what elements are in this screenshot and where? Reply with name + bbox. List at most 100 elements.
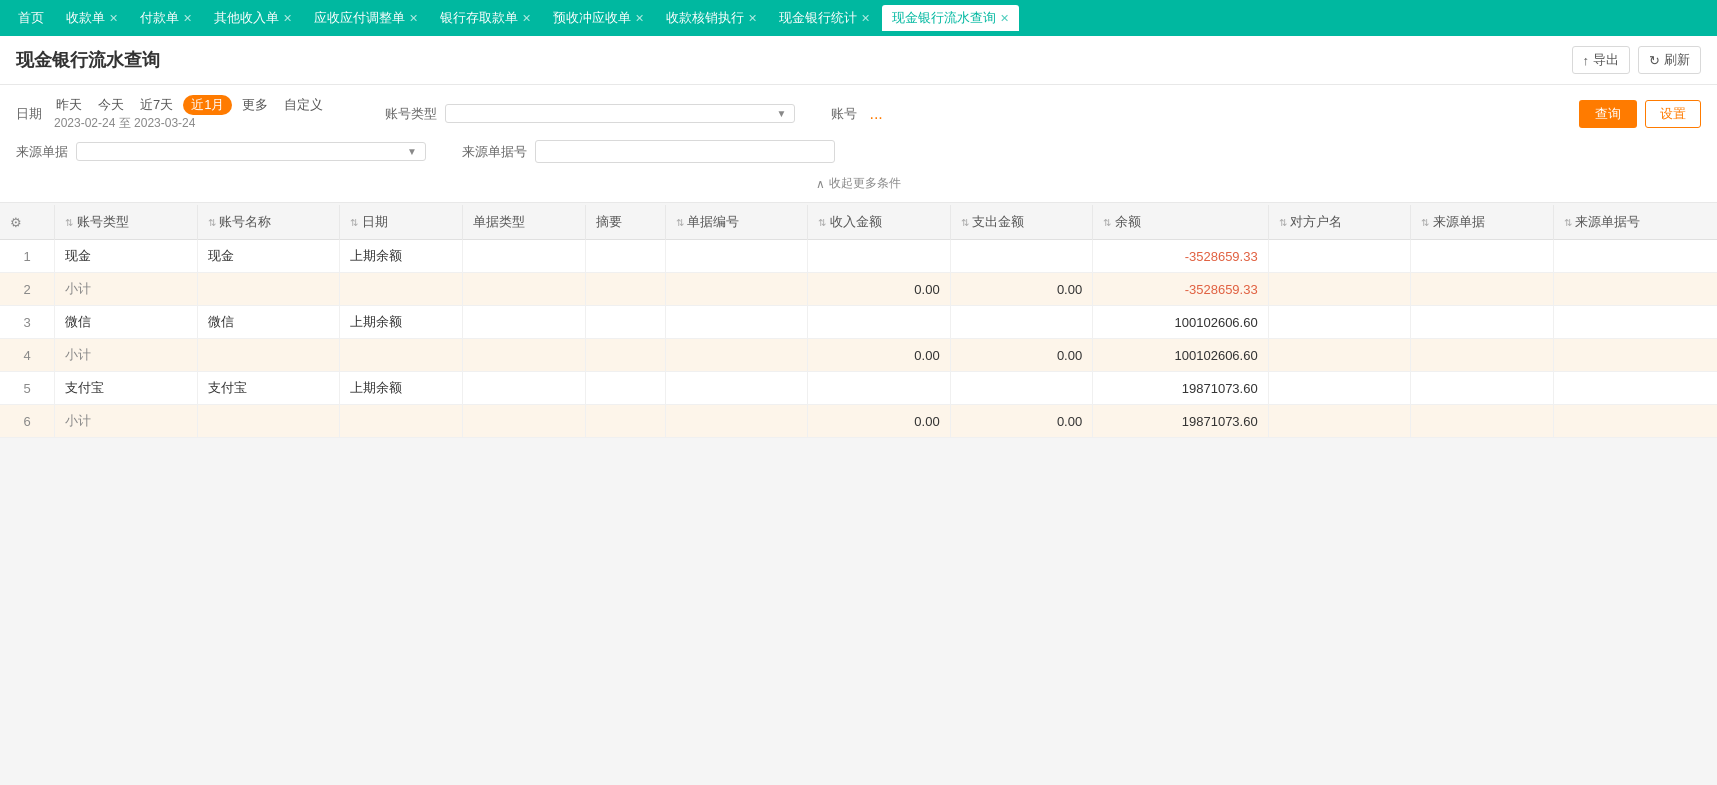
nav-adjustments[interactable]: 应收应付调整单 ✕	[304, 5, 428, 31]
refresh-button[interactable]: ↻ 刷新	[1638, 46, 1701, 74]
nav-statistics-close[interactable]: ✕	[861, 12, 870, 25]
nav-other-income-close[interactable]: ✕	[283, 12, 292, 25]
date-1month[interactable]: 近1月	[183, 95, 232, 115]
row-date: 上期余额	[340, 306, 463, 339]
table-row: 2 小计 0.00 0.00 -3528659.33	[0, 273, 1717, 306]
nav-receipts-close[interactable]: ✕	[109, 12, 118, 25]
row-account-type: 小计	[55, 273, 198, 306]
row-source-doc	[1411, 240, 1554, 273]
col-gear[interactable]: ⚙	[0, 205, 55, 240]
nav-flow-query-label: 现金银行流水查询	[892, 9, 996, 27]
page-header: 现金银行流水查询 ↑ 导出 ↻ 刷新	[0, 36, 1717, 85]
table-row: 6 小计 0.00 0.00 19871073.60	[0, 405, 1717, 438]
date-today[interactable]: 今天	[92, 95, 130, 115]
filter-area: 日期 昨天 今天 近7天 近1月 更多 自定义 2023-02-24 至 202…	[0, 85, 1717, 203]
refresh-icon: ↻	[1649, 53, 1660, 68]
row-source-doc	[1411, 405, 1554, 438]
row-num: 1	[0, 240, 55, 273]
col-income[interactable]: ⇅ 收入金额	[808, 205, 951, 240]
data-table: ⚙ ⇅ 账号类型 ⇅ 账号名称 ⇅ 日期 单据类型 摘要 ⇅ 单据编号 ⇅ 收入…	[0, 205, 1717, 438]
row-doc-type	[463, 306, 586, 339]
col-counterparty[interactable]: ⇅ 对方户名	[1268, 205, 1411, 240]
query-button[interactable]: 查询	[1579, 100, 1637, 128]
account-type-select[interactable]: ▼	[445, 104, 795, 123]
page-title: 现金银行流水查询	[16, 48, 160, 72]
row-num: 3	[0, 306, 55, 339]
nav-prepaid-label: 预收冲应收单	[553, 9, 631, 27]
source-doc-group: 来源单据 ▼	[16, 142, 426, 161]
row-summary	[586, 339, 665, 372]
nav-home[interactable]: 首页	[8, 5, 54, 31]
col-balance[interactable]: ⇅ 余额	[1093, 205, 1268, 240]
sort-icon-balance: ⇅	[1103, 217, 1111, 228]
col-summary: 摘要	[586, 205, 665, 240]
nav-prepaid[interactable]: 预收冲应收单 ✕	[543, 5, 654, 31]
date-more[interactable]: 更多	[236, 95, 274, 115]
row-doc-type	[463, 240, 586, 273]
row-num: 5	[0, 372, 55, 405]
nav-bank-transactions[interactable]: 银行存取款单 ✕	[430, 5, 541, 31]
nav-writeoff-close[interactable]: ✕	[748, 12, 757, 25]
table-row: 3 微信 微信 上期余额 100102606.60	[0, 306, 1717, 339]
nav-receipts[interactable]: 收款单 ✕	[56, 5, 128, 31]
refresh-label: 刷新	[1664, 51, 1690, 69]
row-counterparty	[1268, 273, 1411, 306]
col-source-doc-no[interactable]: ⇅ 来源单据号	[1553, 205, 1717, 240]
row-doc-type	[463, 339, 586, 372]
nav-flow-query-close[interactable]: ✕	[1000, 12, 1009, 25]
row-summary	[586, 405, 665, 438]
row-doc-type	[463, 273, 586, 306]
nav-flow-query[interactable]: 现金银行流水查询 ✕	[882, 5, 1019, 31]
nav-adjustments-close[interactable]: ✕	[409, 12, 418, 25]
source-doc-no-input[interactable]	[535, 140, 835, 163]
row-income	[808, 372, 951, 405]
collapse-up-icon: ∧	[816, 177, 825, 191]
nav-home-label: 首页	[18, 9, 44, 27]
col-expense[interactable]: ⇅ 支出金额	[950, 205, 1093, 240]
sort-icon-source-doc-no: ⇅	[1564, 217, 1572, 228]
row-doc-type	[463, 372, 586, 405]
row-counterparty	[1268, 405, 1411, 438]
source-doc-select[interactable]: ▼	[76, 142, 426, 161]
row-balance: -3528659.33	[1093, 273, 1268, 306]
row-doc-no	[665, 240, 808, 273]
row-counterparty	[1268, 306, 1411, 339]
data-table-container: ⚙ ⇅ 账号类型 ⇅ 账号名称 ⇅ 日期 单据类型 摘要 ⇅ 单据编号 ⇅ 收入…	[0, 205, 1717, 438]
account-type-chevron: ▼	[777, 108, 787, 119]
row-source-doc	[1411, 273, 1554, 306]
row-expense: 0.00	[950, 339, 1093, 372]
date-7days[interactable]: 近7天	[134, 95, 179, 115]
export-button[interactable]: ↑ 导出	[1572, 46, 1631, 74]
col-date[interactable]: ⇅ 日期	[340, 205, 463, 240]
col-doc-type: 单据类型	[463, 205, 586, 240]
row-source-doc	[1411, 372, 1554, 405]
nav-payments[interactable]: 付款单 ✕	[130, 5, 202, 31]
col-source-doc[interactable]: ⇅ 来源单据	[1411, 205, 1554, 240]
nav-payments-close[interactable]: ✕	[183, 12, 192, 25]
nav-writeoff[interactable]: 收款核销执行 ✕	[656, 5, 767, 31]
row-balance: -3528659.33	[1093, 240, 1268, 273]
row-income: 0.00	[808, 339, 951, 372]
nav-bank-transactions-close[interactable]: ✕	[522, 12, 531, 25]
row-account-type: 现金	[55, 240, 198, 273]
row-expense	[950, 372, 1093, 405]
col-account-name[interactable]: ⇅ 账号名称	[197, 205, 340, 240]
table-header-row: ⚙ ⇅ 账号类型 ⇅ 账号名称 ⇅ 日期 单据类型 摘要 ⇅ 单据编号 ⇅ 收入…	[0, 205, 1717, 240]
settings-button[interactable]: 设置	[1645, 100, 1701, 128]
collapse-bar[interactable]: ∧ 收起更多条件	[16, 171, 1701, 196]
date-yesterday[interactable]: 昨天	[50, 95, 88, 115]
row-doc-no	[665, 306, 808, 339]
col-doc-no[interactable]: ⇅ 单据编号	[665, 205, 808, 240]
account-dots[interactable]: ...	[865, 105, 886, 123]
nav-statistics[interactable]: 现金银行统计 ✕	[769, 5, 880, 31]
row-doc-type	[463, 405, 586, 438]
row-expense	[950, 306, 1093, 339]
nav-prepaid-close[interactable]: ✕	[635, 12, 644, 25]
col-account-type[interactable]: ⇅ 账号类型	[55, 205, 198, 240]
row-source-doc-no	[1553, 372, 1717, 405]
account-group: 账号 ...	[831, 105, 886, 123]
sort-icon-income: ⇅	[818, 217, 826, 228]
nav-other-income[interactable]: 其他收入单 ✕	[204, 5, 302, 31]
gear-icon[interactable]: ⚙	[10, 215, 22, 230]
date-custom[interactable]: 自定义	[278, 95, 329, 115]
